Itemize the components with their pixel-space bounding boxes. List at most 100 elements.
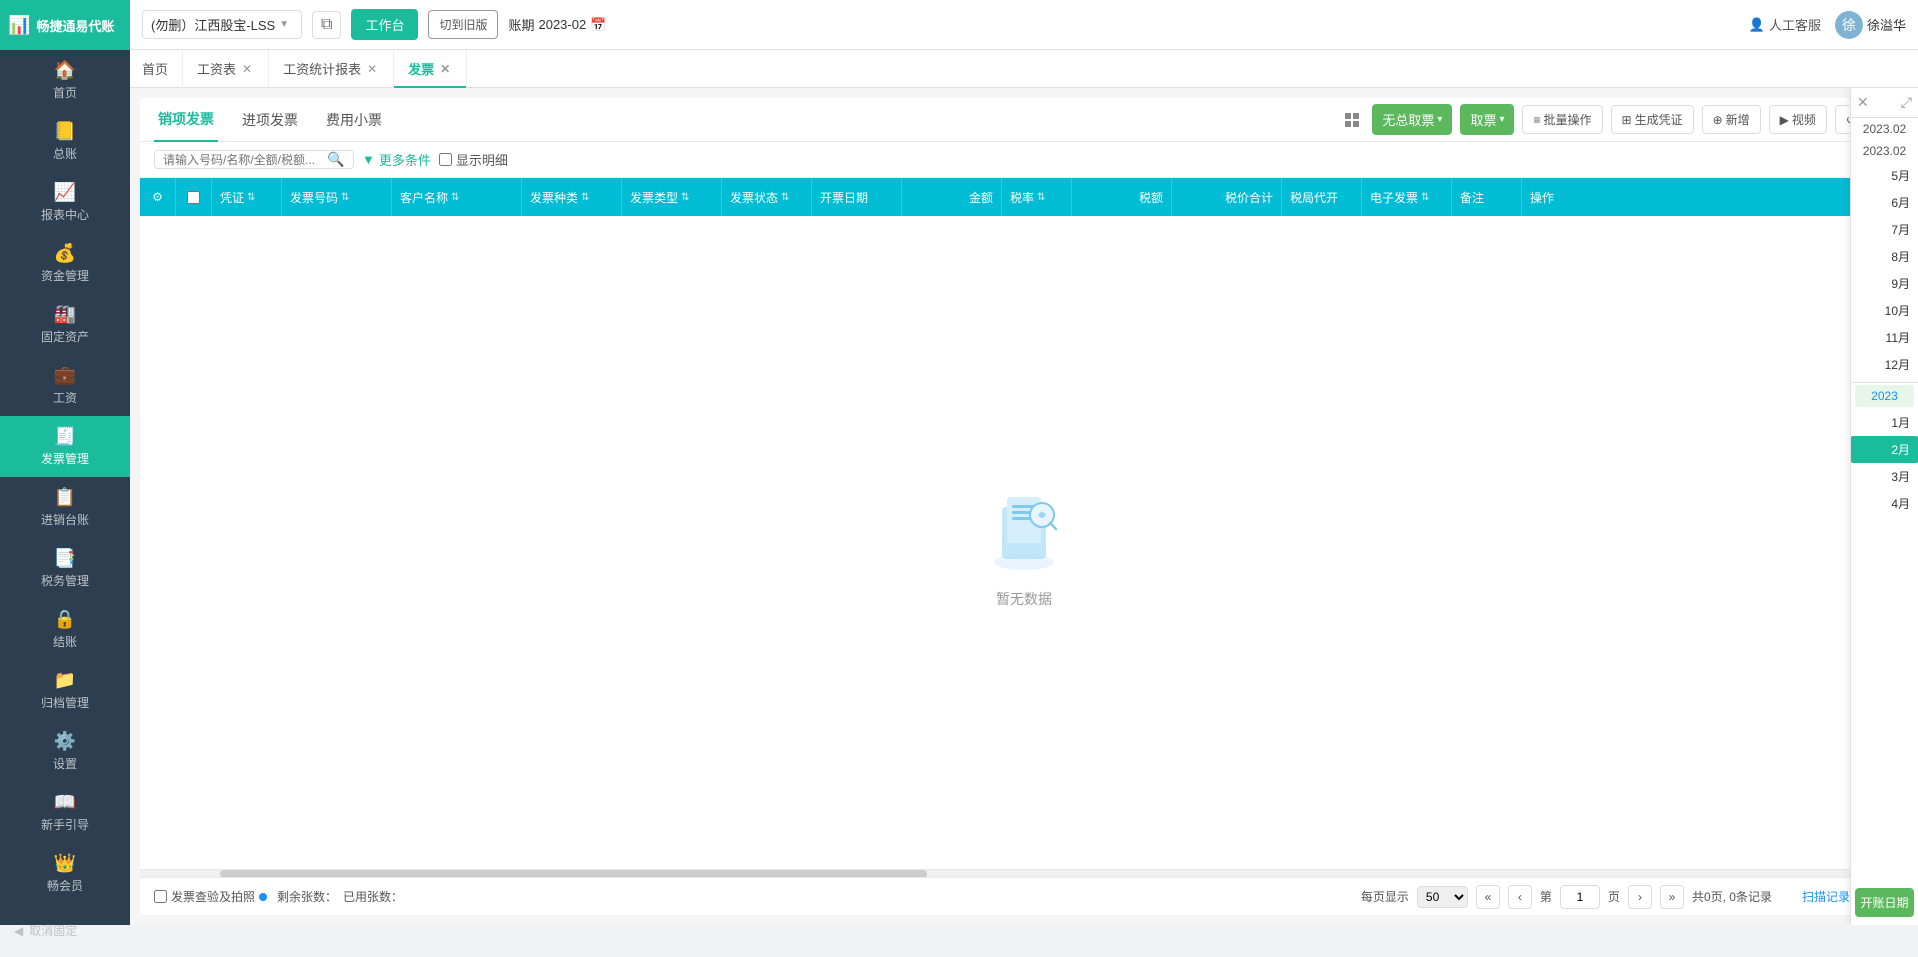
date-month-6[interactable]: 6月 (1851, 189, 1918, 216)
tab-salary-table-close[interactable]: ✕ (240, 62, 254, 76)
table-scrollbar[interactable] (140, 869, 1908, 877)
sort-icon[interactable]: ⇅ (341, 192, 349, 203)
sidebar-item-tax-mgmt[interactable]: 📑 税务管理 (0, 538, 130, 599)
tab-invoice[interactable]: 发票 ✕ (394, 50, 467, 88)
switch-version-btn[interactable]: 切到旧版 (428, 10, 498, 39)
date-year-2023-label[interactable]: 2023.02 (1851, 140, 1918, 162)
new-btn[interactable]: ⊕ 新增 (1702, 105, 1761, 134)
sidebar-item-archive[interactable]: 📁 归档管理 (0, 660, 130, 721)
sort-icon[interactable]: ⇅ (1037, 192, 1045, 203)
subtab-purchase[interactable]: 进项发票 (238, 98, 302, 142)
sidebar-item-sales-ledger[interactable]: 📋 进销台账 (0, 477, 130, 538)
th-tax-code: 税局代开 (1282, 178, 1362, 216)
sidebar-item-salary[interactable]: 💼 工资 (0, 355, 130, 416)
sort-icon[interactable]: ⇅ (681, 192, 689, 203)
last-page-btn[interactable]: » (1660, 885, 1684, 909)
customer-service-btn[interactable]: 👤 人工客服 (1749, 15, 1821, 34)
sort-icon[interactable]: ⇅ (581, 192, 589, 203)
date-month-4[interactable]: 4月 (1851, 490, 1918, 517)
sort-icon[interactable]: ⇅ (451, 192, 459, 203)
sidebar-item-reports[interactable]: 📈 报表中心 (0, 172, 130, 233)
search-icon[interactable]: 🔍 (327, 151, 344, 168)
tab-invoice-close[interactable]: ✕ (438, 62, 452, 76)
subtab-expense[interactable]: 费用小票 (322, 98, 386, 142)
toolbar-left: 🔍 ▼ 更多条件 显示明细 (154, 150, 1894, 169)
date-month-12[interactable]: 12月 (1851, 351, 1918, 378)
member-icon: 👑 (54, 853, 76, 874)
take-label: 取票 (1470, 110, 1496, 129)
calendar-icon[interactable]: 📅 (590, 17, 606, 33)
open-date-btn[interactable]: 开账日期 (1855, 888, 1914, 917)
sidebar-item-label: 归档管理 (41, 694, 89, 711)
company-selector[interactable]: (勿删）江西股宝-LSS ▼ (142, 10, 302, 39)
sort-icon[interactable]: ⇅ (1421, 192, 1429, 203)
filter-label: 更多条件 (379, 150, 431, 169)
video-btn[interactable]: ▶ 视频 (1769, 105, 1827, 134)
date-month-3[interactable]: 3月 (1851, 463, 1918, 490)
prev-page-btn[interactable]: ‹ (1508, 885, 1532, 909)
subtab-sales[interactable]: 销项发票 (154, 98, 218, 142)
batch-op-btn[interactable]: ≡ 批量操作 (1522, 105, 1602, 134)
th-settings[interactable]: ⚙ (140, 178, 176, 216)
page-number-input[interactable] (1560, 885, 1600, 909)
date-month-8[interactable]: 8月 (1851, 243, 1918, 270)
th-checkbox[interactable] (176, 178, 212, 216)
take-arrow: ▾ (1499, 114, 1504, 125)
first-page-btn[interactable]: « (1476, 885, 1500, 909)
sidebar-item-general-ledger[interactable]: 📒 总账 (0, 111, 130, 172)
sidebar-item-closing[interactable]: 🔒 结账 (0, 599, 130, 660)
tab-salary-stats[interactable]: 工资统计报表 ✕ (269, 50, 394, 88)
select-all-checkbox[interactable] (187, 191, 200, 204)
workspace-btn[interactable]: 工作台 (351, 9, 418, 40)
sidebar-item-funds[interactable]: 💰 资金管理 (0, 233, 130, 294)
tab-home[interactable]: 首页 (142, 50, 183, 88)
date-panel-expand-btn[interactable]: ⤢ (1901, 94, 1912, 111)
sort-icon[interactable]: ⇅ (247, 192, 255, 203)
th-ops: 操作 (1522, 178, 1582, 216)
date-month-2[interactable]: 2月 (1851, 436, 1918, 463)
th-customer: 客户名称 ⇅ (392, 178, 522, 216)
sidebar-item-fixed-assets[interactable]: 🏭 固定资产 (0, 294, 130, 355)
sidebar-item-beginner[interactable]: 📖 新手引导 (0, 782, 130, 843)
date-month-10[interactable]: 10月 (1851, 297, 1918, 324)
reports-icon: 📈 (54, 182, 76, 203)
home-icon: 🏠 (54, 60, 76, 81)
take-btn[interactable]: 取票 ▾ (1460, 104, 1514, 135)
date-year-prev-label[interactable]: 2023.02 (1851, 118, 1918, 140)
tab-salary-table[interactable]: 工资表 ✕ (183, 50, 269, 88)
th-tax-rate: 税率 ⇅ (1002, 178, 1072, 216)
settings-icon: ⚙️ (54, 731, 76, 752)
sort-icon[interactable]: ⇅ (781, 192, 789, 203)
gen-voucher-btn[interactable]: ⊞ 生成凭证 (1611, 105, 1694, 134)
filter-btn[interactable]: ▼ 更多条件 (362, 150, 431, 169)
no-ticket-btn[interactable]: 无总取票 ▾ (1372, 104, 1452, 135)
invoice-subtabs: 销项发票 进项发票 费用小票 无总取票 ▾ (140, 98, 1908, 142)
invoice-verify-check: 发票查验及拍照 (154, 888, 267, 905)
next-page-btn[interactable]: › (1628, 885, 1652, 909)
date-panel-close-btn[interactable]: ✕ (1857, 94, 1869, 111)
search-input[interactable] (163, 153, 323, 167)
date-year-current-title[interactable]: 2023 (1855, 385, 1914, 407)
scan-record-link[interactable]: 扫描记录 (1802, 888, 1850, 905)
invoice-verify-checkbox[interactable] (154, 890, 167, 903)
copy-company-btn[interactable]: ⧉ (312, 11, 341, 39)
tab-salary-stats-close[interactable]: ✕ (365, 62, 379, 76)
show-detail-checkbox[interactable] (439, 153, 452, 166)
page-size-select[interactable]: 50 10 20 100 (1417, 886, 1468, 908)
date-month-1[interactable]: 1月 (1851, 409, 1918, 436)
grid-view-btn[interactable] (1340, 108, 1364, 132)
sidebar-item-home[interactable]: 🏠 首页 (0, 50, 130, 111)
sidebar-item-settings[interactable]: ⚙️ 设置 (0, 721, 130, 782)
date-year-current-section: 2023 (1851, 382, 1918, 409)
sidebar-item-member[interactable]: 👑 畅会员 (0, 843, 130, 904)
date-month-7[interactable]: 7月 (1851, 216, 1918, 243)
batch-op-icon: ≡ (1533, 113, 1540, 127)
date-month-5[interactable]: 5月 (1851, 162, 1918, 189)
search-toolbar: 🔍 ▼ 更多条件 显示明细 (140, 142, 1908, 178)
sidebar-item-invoice-mgmt[interactable]: 🧾 发票管理 (0, 416, 130, 477)
date-panel-header: ✕ ⤢ (1851, 88, 1918, 118)
user-menu[interactable]: 徐 徐溢华 (1835, 11, 1906, 39)
date-month-9[interactable]: 9月 (1851, 270, 1918, 297)
date-month-11[interactable]: 11月 (1851, 324, 1918, 351)
collapse-sidebar-btn[interactable]: ◀ 取消固定 (0, 914, 130, 947)
